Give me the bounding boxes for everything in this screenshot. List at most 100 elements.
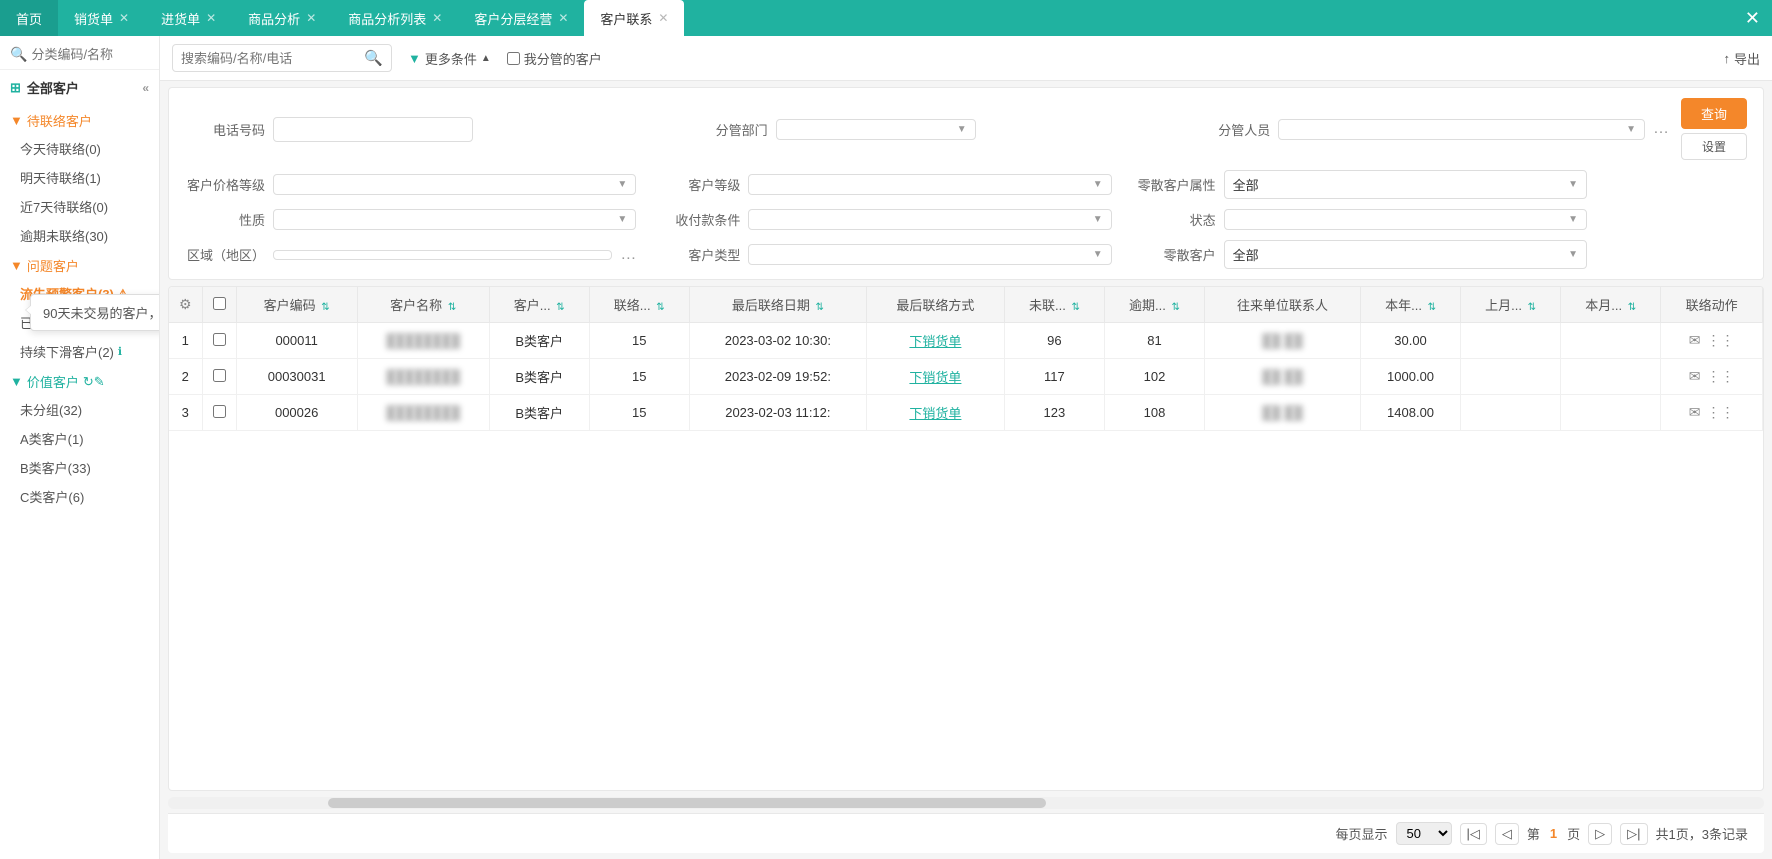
region-select[interactable] [273,250,612,260]
tab-customer-layer-close[interactable]: ✕ [558,11,568,25]
col-this-year-header[interactable]: 本年... ⇅ [1361,287,1461,323]
col-last-date-header[interactable]: 最后联络日期 ⇅ [689,287,866,323]
last-page-btn[interactable]: ▷| [1620,823,1647,845]
customer-type-select[interactable]: ▼ [748,244,1111,265]
window-close-btn[interactable]: ✕ [1745,8,1760,29]
next-page-btn[interactable]: ▷ [1588,823,1612,845]
col-contact-header[interactable]: 联络... ⇅ [589,287,689,323]
prev-page-btn[interactable]: ◁ [1495,823,1519,845]
last-way-link[interactable]: 下销货单 [909,406,961,421]
row-type: B类客户 [489,323,589,359]
search-icon-btn[interactable]: 🔍 [364,49,383,67]
export-btn[interactable]: ↑ 导出 [1723,49,1760,68]
sidebar-item-b-class[interactable]: B类客户(33) [0,453,159,482]
zero-attr-select[interactable]: 全部 ▼ [1224,170,1587,199]
my-customers-checkbox-wrap[interactable]: 我分管的客户 [507,49,602,68]
table-scrollbar[interactable] [168,797,1764,809]
col-last-way-header[interactable]: 最后联络方式 [866,287,1004,323]
sidebar-item-ungroup[interactable]: 未分组(32) [0,395,159,424]
status-select[interactable]: ▼ [1224,209,1587,230]
manager-select[interactable]: ▼ [1278,119,1645,140]
per-page-select[interactable]: 50 100 [1396,822,1452,845]
tab-goods-analysis-list-close[interactable]: ✕ [432,11,442,25]
tab-goods-analysis[interactable]: 商品分析 ✕ [232,0,332,36]
tab-sales-close[interactable]: ✕ [119,11,129,25]
dept-select[interactable]: ▼ [776,119,976,140]
col-no-contact-header[interactable]: 未联... ⇅ [1004,287,1104,323]
first-page-btn[interactable]: |◁ [1460,823,1487,845]
contact-action-icon[interactable]: ✉ [1689,404,1701,421]
query-btn[interactable]: 查询 [1681,98,1747,129]
row-select-checkbox[interactable] [213,369,226,382]
row-checkbox[interactable] [202,395,236,431]
col-code-header[interactable]: 客户编码 ⇅ [236,287,357,323]
tooltip-text: 90天未交易的客户，可能有流失风险。 [43,306,160,321]
level-select[interactable]: ▼ [748,174,1111,195]
tab-customer-layer[interactable]: 客户分层经营 ✕ [458,0,584,36]
tab-goods-analysis-list[interactable]: 商品分析列表 ✕ [332,0,458,36]
price-level-select[interactable]: ▼ [273,174,636,195]
sidebar-group-problem[interactable]: ▼ 问题客户 [0,250,159,279]
sidebar-group-value[interactable]: ▼ 价值客户 ↻ ✎ [0,366,159,395]
nature-select[interactable]: ▼ [273,209,636,230]
sidebar-search-input[interactable] [31,47,149,62]
tab-customer-layer-label: 客户分层经营 [474,9,552,28]
tab-purchase[interactable]: 进货单 ✕ [145,0,232,36]
sidebar-item-today[interactable]: 今天待联络(0) [0,134,159,163]
sidebar-item-tomorrow[interactable]: 明天待联络(1) [0,163,159,192]
sidebar-item-declining[interactable]: 持续下滑客户(2) ℹ [0,337,159,366]
more-action-icon[interactable]: ⋮⋮ [1706,404,1734,421]
overdue-sort-icon: ⇅ [1172,302,1180,313]
row-checkbox[interactable] [202,359,236,395]
col-name-header[interactable]: 客户名称 ⇅ [357,287,489,323]
table-scroll-thumb[interactable] [328,798,1046,808]
sidebar-root[interactable]: ⊞ 全部客户 « [0,70,159,105]
my-customers-checkbox[interactable] [507,52,520,65]
nature-arrow-icon: ▼ [617,214,627,225]
sidebar-item-7days[interactable]: 近7天待联络(0) [0,192,159,221]
sidebar-item-a-class[interactable]: A类客户(1) [0,424,159,453]
edit-icon[interactable]: ✎ [94,374,105,390]
last-way-link[interactable]: 下销货单 [909,334,961,349]
contact-action-icon[interactable]: ✉ [1689,368,1701,385]
filter-btn[interactable]: ▼ 更多条件 ▲ [400,45,499,72]
manager-more-btn[interactable]: … [1653,120,1669,138]
row-last-way[interactable]: 下销货单 [866,323,1004,359]
settings-icon[interactable]: ⚙ [179,296,192,312]
col-last-month-header[interactable]: 上月... ⇅ [1461,287,1561,323]
contact-action-icon[interactable]: ✉ [1689,332,1701,349]
col-this-month-header[interactable]: 本月... ⇅ [1561,287,1661,323]
row-select-checkbox[interactable] [213,405,226,418]
sidebar-group-pending[interactable]: ▼ 待联络客户 [0,105,159,134]
col-settings[interactable]: ⚙ [169,287,202,323]
more-action-icon[interactable]: ⋮⋮ [1706,332,1734,349]
sidebar-item-overdue-contact[interactable]: 逾期未联络(30) [0,221,159,250]
phone-input[interactable] [273,117,473,142]
tab-home[interactable]: 首页 [0,0,58,36]
col-type-header[interactable]: 客户... ⇅ [489,287,589,323]
refresh-icon[interactable]: ↻ [83,374,94,390]
tab-sales[interactable]: 销货单 ✕ [58,0,145,36]
tab-goods-analysis-close[interactable]: ✕ [306,11,316,25]
col-overdue-header[interactable]: 逾期... ⇅ [1104,287,1204,323]
row-last-way[interactable]: 下销货单 [866,359,1004,395]
region-more-btn[interactable]: … [620,246,636,264]
tab-purchase-close[interactable]: ✕ [206,11,216,25]
row-select-checkbox[interactable] [213,333,226,346]
payment-select[interactable]: ▼ [748,209,1111,230]
sidebar-item-c-class[interactable]: C类客户(6) [0,482,159,511]
row-overdue: 81 [1104,323,1204,359]
more-action-icon[interactable]: ⋮⋮ [1706,368,1734,385]
col-unit-header[interactable]: 往来单位联系人 [1205,287,1361,323]
row-last-way[interactable]: 下销货单 [866,395,1004,431]
search-wrap: 🔍 [172,44,392,72]
search-input[interactable] [181,51,360,66]
row-checkbox[interactable] [202,323,236,359]
settings-btn[interactable]: 设置 [1681,133,1747,160]
tab-customer-contact-close[interactable]: ✕ [658,11,668,25]
sidebar-collapse-btn[interactable]: « [142,81,149,95]
tab-customer-contact[interactable]: 客户联系 ✕ [584,0,684,36]
last-way-link[interactable]: 下销货单 [909,370,961,385]
select-all-checkbox[interactable] [213,297,226,310]
zero-customer-select[interactable]: 全部 ▼ [1224,240,1587,269]
